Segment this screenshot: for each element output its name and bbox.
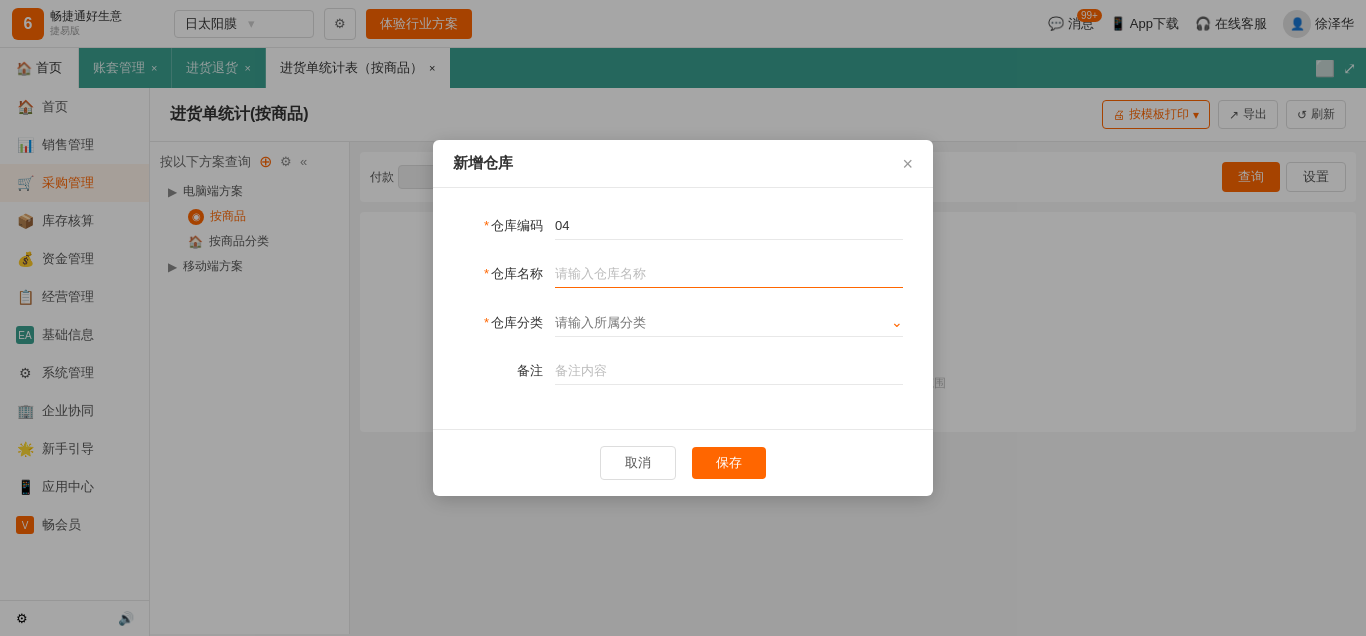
- note-input[interactable]: [555, 357, 903, 385]
- cancel-button[interactable]: 取消: [600, 446, 676, 480]
- dialog-title: 新增仓库: [453, 154, 513, 173]
- name-label: 仓库名称: [463, 265, 543, 283]
- dialog-close-icon[interactable]: ×: [902, 155, 913, 173]
- category-input[interactable]: [555, 315, 891, 330]
- form-row-code: 仓库编码: [463, 212, 903, 240]
- new-warehouse-dialog: 新增仓库 × 仓库编码 仓库名称 仓库分类 ⌄: [433, 140, 933, 496]
- category-select-row: ⌄: [555, 308, 903, 337]
- save-button[interactable]: 保存: [692, 447, 766, 479]
- form-row-note: 备注: [463, 357, 903, 385]
- form-row-category: 仓库分类 ⌄: [463, 308, 903, 337]
- dialog-body: 仓库编码 仓库名称 仓库分类 ⌄ 备注: [433, 188, 933, 429]
- form-row-name: 仓库名称: [463, 260, 903, 288]
- note-label: 备注: [463, 362, 543, 380]
- dialog-header: 新增仓库 ×: [433, 140, 933, 188]
- name-input[interactable]: [555, 260, 903, 288]
- category-dropdown-icon[interactable]: ⌄: [891, 314, 903, 330]
- modal-overlay[interactable]: 新增仓库 × 仓库编码 仓库名称 仓库分类 ⌄: [0, 0, 1366, 636]
- category-label: 仓库分类: [463, 314, 543, 332]
- dialog-footer: 取消 保存: [433, 429, 933, 496]
- code-label: 仓库编码: [463, 217, 543, 235]
- code-input[interactable]: [555, 212, 903, 240]
